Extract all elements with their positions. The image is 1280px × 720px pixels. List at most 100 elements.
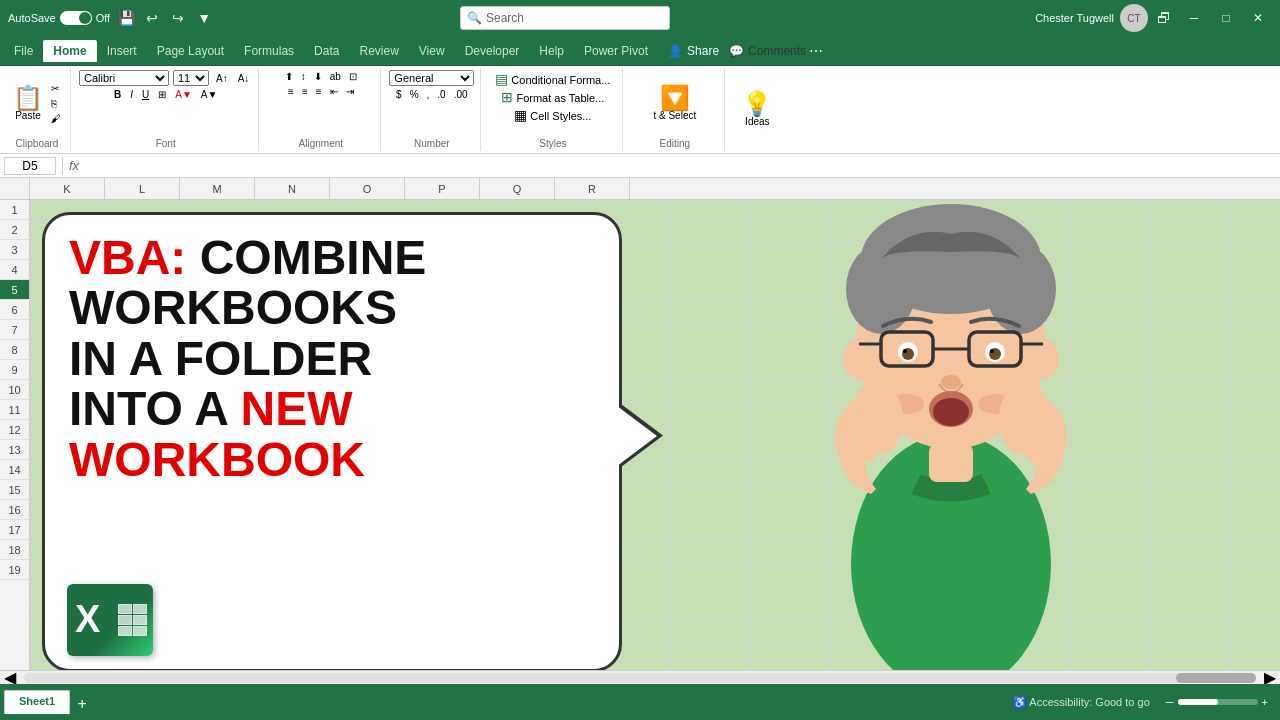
zoom-in-button[interactable]: + <box>1262 696 1268 708</box>
wrap-text-button[interactable]: ab <box>327 70 344 83</box>
share-button[interactable]: 👤 Share <box>658 40 729 62</box>
tab-data[interactable]: Data <box>304 40 349 62</box>
border-button[interactable]: ⊞ <box>155 88 169 101</box>
underline-button[interactable]: U <box>139 88 152 101</box>
scroll-thumb[interactable] <box>1176 673 1256 683</box>
excel-logo: X <box>65 582 155 657</box>
tab-insert[interactable]: Insert <box>97 40 147 62</box>
increase-decimal-button[interactable]: .0 <box>434 88 448 101</box>
tab-developer[interactable]: Developer <box>455 40 530 62</box>
sheet-tab-sheet1[interactable]: Sheet1 <box>4 690 70 714</box>
tab-home[interactable]: Home <box>43 40 96 62</box>
ribbon-group-number: General $ % , .0 .00 Number <box>383 68 481 151</box>
undo-icon[interactable]: ↩ <box>142 8 162 28</box>
tab-page-layout[interactable]: Page Layout <box>147 40 234 62</box>
fill-color-button[interactable]: A▼ <box>172 88 195 101</box>
ideas-button[interactable]: 💡 Ideas <box>739 70 775 149</box>
workspace: fx K L M N O P Q R <box>0 154 1280 720</box>
autosum-button[interactable]: 🔽 t & Select <box>650 83 699 124</box>
search-bar[interactable]: 🔍 Search <box>460 6 670 30</box>
character-svg <box>781 178 1121 684</box>
align-center-button[interactable]: ≡ <box>299 85 311 98</box>
ideas-icon: 💡 <box>742 92 772 116</box>
row-7: 7 <box>0 320 29 340</box>
col-header-n: N <box>255 178 330 199</box>
tab-formulas[interactable]: Formulas <box>234 40 304 62</box>
thumbnail-overlay: VBA: COMBINE WORKBOOKS IN A FOLDER INTO … <box>30 200 1280 684</box>
cell-reference[interactable] <box>4 157 56 175</box>
minimize-button[interactable]: ─ <box>1180 8 1208 28</box>
paste-icon: 📋 <box>13 86 43 110</box>
comments-button[interactable]: 💬 Comments <box>729 44 806 58</box>
tab-review[interactable]: Review <box>349 40 408 62</box>
align-right-button[interactable]: ≡ <box>313 85 325 98</box>
font-size-select[interactable]: 11 <box>173 70 209 86</box>
format-painter-button[interactable]: 🖌 <box>48 112 64 125</box>
col-header-r: R <box>555 178 630 199</box>
add-sheet-button[interactable]: + <box>72 694 92 714</box>
quick-access-icon[interactable]: ▼ <box>194 8 214 28</box>
tab-power-pivot[interactable]: Power Pivot <box>574 40 658 62</box>
bold-button[interactable]: B <box>111 88 124 101</box>
excel-cell-4 <box>133 615 147 625</box>
svg-point-32 <box>1025 436 1041 462</box>
autosum-label: t & Select <box>653 110 696 121</box>
font-family-select[interactable]: Calibri <box>79 70 169 86</box>
align-bottom-button[interactable]: ⬇ <box>311 70 325 83</box>
save-icon[interactable]: 💾 <box>116 8 136 28</box>
copy-button[interactable]: ⎘ <box>48 97 64 110</box>
more-options-icon[interactable]: ⋯ <box>806 41 826 61</box>
col-header-m: M <box>180 178 255 199</box>
scroll-track[interactable] <box>24 673 1256 683</box>
currency-button[interactable]: $ <box>393 88 405 101</box>
decrease-font-button[interactable]: A↓ <box>235 72 253 85</box>
format-as-table-button[interactable]: ⊞ Format as Table... <box>499 88 606 106</box>
ribbon-group-editing: 🔽 t & Select Editing <box>625 68 725 151</box>
tab-help[interactable]: Help <box>529 40 574 62</box>
formula-input[interactable] <box>83 158 1276 174</box>
status-bar-info: ♿ Accessibility: Good to go <box>1005 696 1158 709</box>
align-left-button[interactable]: ≡ <box>285 85 297 98</box>
redo-icon[interactable]: ↪ <box>168 8 188 28</box>
horizontal-scrollbar[interactable]: ◀ ▶ <box>0 670 1280 684</box>
align-top-button[interactable]: ⬆ <box>282 70 296 83</box>
merge-button[interactable]: ⊡ <box>346 70 360 83</box>
clipboard-label: Clipboard <box>16 136 59 149</box>
tab-file[interactable]: File <box>4 40 43 62</box>
ideas-label: Ideas <box>745 116 769 127</box>
ribbon-group-styles: ▤ Conditional Forma... ⊞ Format as Table… <box>483 68 623 151</box>
bubble-line5: WORKBOOK <box>69 435 595 485</box>
number-format-select[interactable]: General <box>389 70 474 86</box>
align-middle-button[interactable]: ↕ <box>298 70 309 83</box>
tab-view[interactable]: View <box>409 40 455 62</box>
search-placeholder: Search <box>486 11 524 25</box>
increase-font-button[interactable]: A↑ <box>213 72 231 85</box>
maximize-button[interactable]: □ <box>1212 8 1240 28</box>
zoom-out-button[interactable]: ─ <box>1166 696 1174 708</box>
decrease-indent-button[interactable]: ⇤ <box>327 85 341 98</box>
svg-point-20 <box>933 398 969 426</box>
font-color-button[interactable]: A▼ <box>198 88 221 101</box>
zoom-controls: ─ + <box>1158 696 1276 708</box>
ribbon-collapse-icon[interactable]: 🗗 <box>1154 8 1174 28</box>
col-header-p: P <box>405 178 480 199</box>
ribbon-tabs: File Home Insert Page Layout Formulas Da… <box>0 36 1280 66</box>
increase-indent-button[interactable]: ⇥ <box>343 85 357 98</box>
cell-styles-button[interactable]: ▦ Cell Styles... <box>512 106 593 124</box>
autosave-toggle[interactable] <box>60 11 92 25</box>
percent-button[interactable]: % <box>407 88 422 101</box>
row-2: 2 <box>0 220 29 240</box>
decrease-decimal-button[interactable]: .00 <box>451 88 471 101</box>
bubble-line4: INTO A NEW <box>69 384 595 434</box>
filter-icon: 🔽 <box>660 86 690 110</box>
row-numbers: 1 2 3 4 5 6 7 8 9 10 11 12 13 14 <box>0 200 30 684</box>
cut-button[interactable]: ✂ <box>48 82 64 95</box>
italic-button[interactable]: I <box>127 88 136 101</box>
paste-button[interactable]: 📋 Paste <box>10 83 46 124</box>
zoom-slider[interactable] <box>1178 699 1258 705</box>
conditional-formatting-button[interactable]: ▤ Conditional Forma... <box>493 70 612 88</box>
styles-label: Styles <box>539 136 566 149</box>
row-8: 8 <box>0 340 29 360</box>
comma-button[interactable]: , <box>424 88 433 101</box>
close-button[interactable]: ✕ <box>1244 8 1272 28</box>
